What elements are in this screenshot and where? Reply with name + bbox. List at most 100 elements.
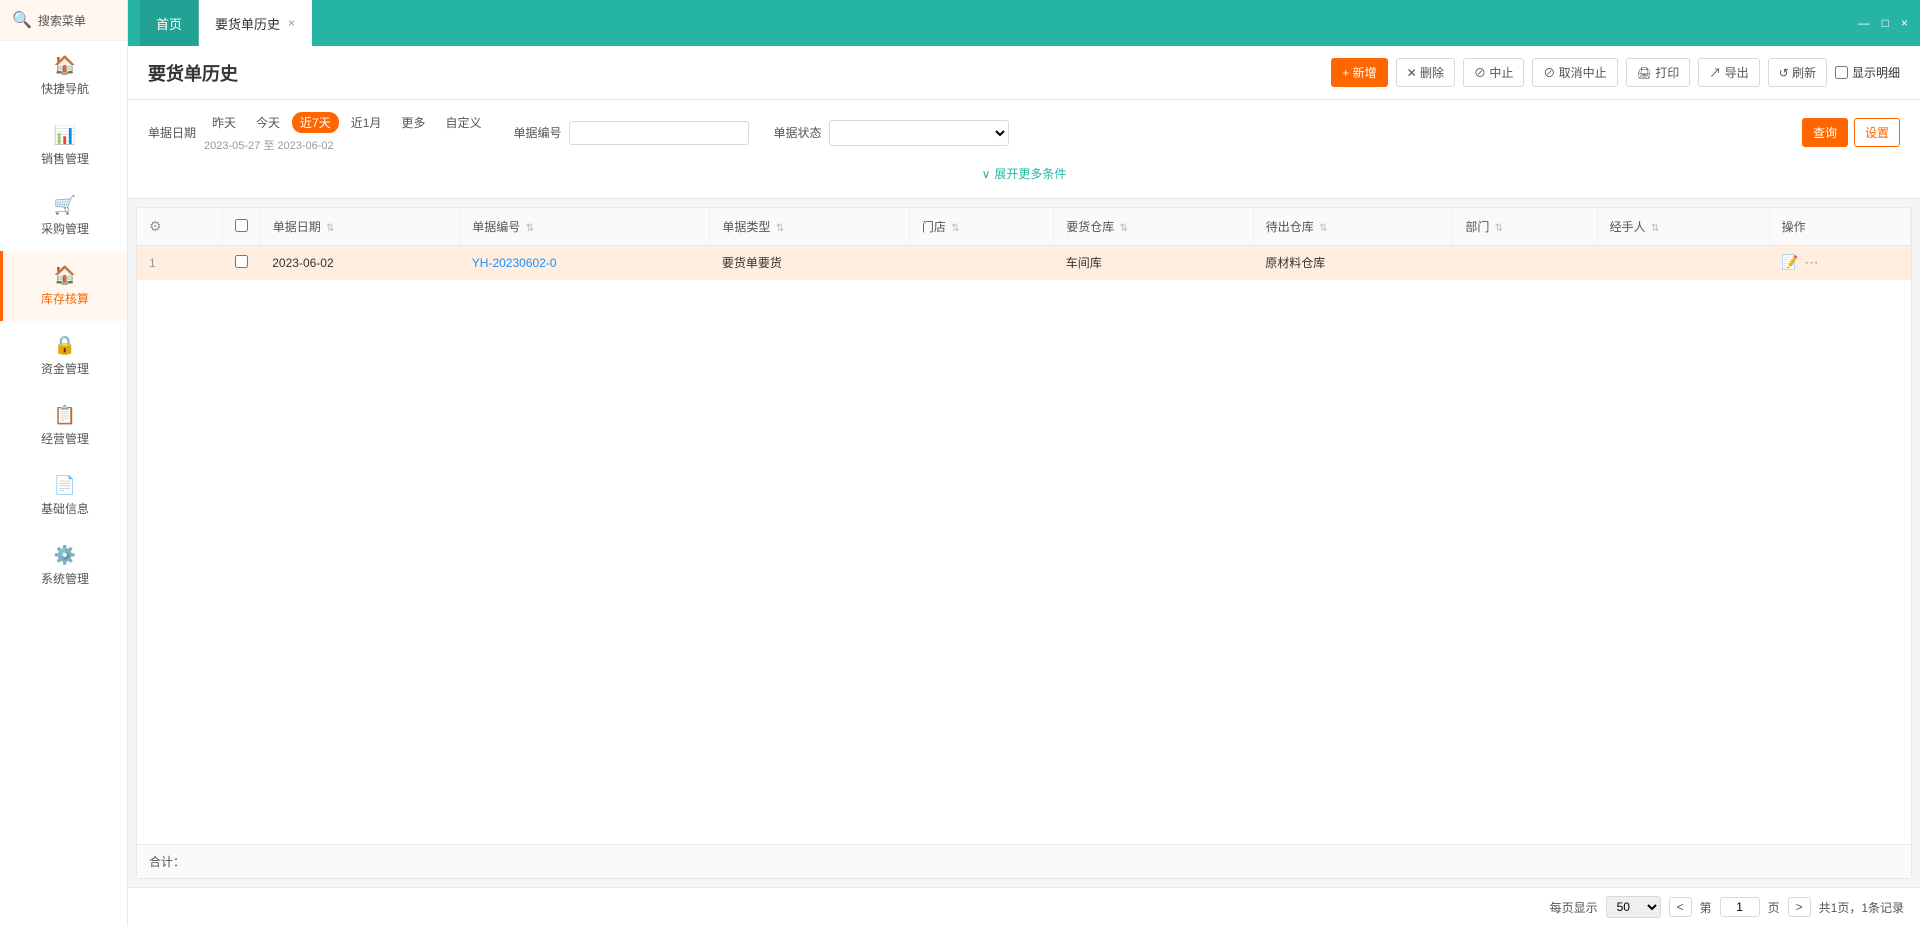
refresh-button[interactable]: ↺ 刷新	[1768, 58, 1827, 87]
data-table: ⚙ 单据日期 ⇅ 单据编号 ⇅	[137, 208, 1911, 280]
sidebar-item-label: 基础信息	[41, 500, 89, 517]
sidebar-item-finance[interactable]: 🔒 资金管理	[0, 321, 127, 391]
inventory-icon: 🏠	[54, 265, 76, 286]
toolbar: + 新增 ✕ 删除 ⊘ 中止 ⊘ 取消中止 🖨 打印 ↗ 导出 ↺ 刷新 显示明…	[1331, 58, 1900, 87]
export-button[interactable]: ↗ 导出	[1698, 58, 1759, 87]
sidebar-item-purchase[interactable]: 🛒 采购管理	[0, 181, 127, 251]
page-header: 要货单历史 + 新增 ✕ 删除 ⊘ 中止 ⊘ 取消中止 🖨 打印 ↗ 导出 ↺ …	[128, 46, 1920, 100]
date-btn-more[interactable]: 更多	[393, 112, 433, 133]
edit-icon[interactable]: 📝	[1781, 254, 1798, 271]
row-req-warehouse: 车间库	[1054, 246, 1254, 280]
gear-icon: ⚙️	[54, 545, 76, 566]
date-filter-group: 昨天 今天 近7天 近1月 更多 自定义 2023-05-27 至 2023-0…	[204, 112, 489, 153]
sidebar-item-basic-info[interactable]: 📄 基础信息	[0, 461, 127, 531]
col-settings[interactable]: ⚙	[137, 208, 222, 246]
topbar: 首页 要货单历史 × — □ ×	[128, 0, 1920, 46]
page-size-select[interactable]: 50 20 100 200	[1606, 896, 1661, 918]
sidebar-item-operation[interactable]: 📋 经营管理	[0, 391, 127, 461]
prev-page-btn[interactable]: <	[1669, 897, 1692, 917]
col-date[interactable]: 单据日期 ⇅	[260, 208, 460, 246]
table-area: ⚙ 单据日期 ⇅ 单据编号 ⇅	[136, 207, 1912, 879]
sort-handler-icon: ⇅	[1651, 223, 1659, 234]
col-store[interactable]: 门店 ⇅	[909, 208, 1053, 246]
page-size-label: 每页显示	[1550, 899, 1598, 916]
row-pending-warehouse: 原材料仓库	[1253, 246, 1453, 280]
sidebar-item-inventory[interactable]: 🏠 库存核算	[0, 251, 127, 321]
sidebar-item-label: 采购管理	[41, 220, 89, 237]
col-dept-label: 部门	[1465, 220, 1489, 234]
stop-button[interactable]: ⊘ 中止	[1463, 58, 1524, 87]
next-page-btn[interactable]: >	[1788, 897, 1811, 917]
cart-icon: 🛒	[54, 195, 76, 216]
status-select[interactable]	[829, 120, 1009, 146]
date-filter-buttons: 昨天 今天 近7天 近1月 更多 自定义	[204, 112, 489, 133]
display-detail-checkbox[interactable]	[1835, 66, 1848, 79]
row-doc-type: 要货单要货	[710, 246, 910, 280]
date-btn-today[interactable]: 今天	[248, 112, 288, 133]
date-btn-yesterday[interactable]: 昨天	[204, 112, 244, 133]
window-maximize-btn[interactable]: □	[1882, 16, 1889, 30]
tab-active[interactable]: 要货单历史 ×	[199, 0, 312, 46]
table-settings-icon[interactable]: ⚙	[149, 218, 162, 234]
col-checkbox	[222, 208, 260, 246]
sort-store-icon: ⇅	[951, 223, 959, 234]
settings-button[interactable]: 设置	[1854, 118, 1900, 147]
query-button[interactable]: 查询	[1802, 118, 1848, 147]
col-pending-warehouse[interactable]: 待出仓库 ⇅	[1253, 208, 1453, 246]
select-all-checkbox[interactable]	[235, 219, 248, 232]
col-doc-type[interactable]: 单据类型 ⇅	[710, 208, 910, 246]
col-handler[interactable]: 经手人 ⇅	[1597, 208, 1769, 246]
sidebar-search[interactable]: 🔍 搜索菜单	[0, 0, 127, 41]
row-doc-no[interactable]: YH-20230602-0	[460, 246, 710, 280]
sidebar-item-quick-nav[interactable]: 🏠 快捷导航	[0, 41, 127, 111]
page-number-input[interactable]	[1720, 897, 1760, 917]
date-filter-label: 单据日期	[148, 124, 196, 141]
clipboard-icon: 📋	[54, 405, 76, 426]
main-area: 首页 要货单历史 × — □ × 要货单历史 + 新增 ✕ 删除 ⊘ 中止 ⊘ …	[128, 0, 1920, 926]
doc-no-filter: 单据编号	[513, 121, 749, 145]
page-title: 要货单历史	[148, 60, 238, 86]
document-icon: 📄	[54, 475, 76, 496]
display-detail-label[interactable]: 显示明细	[1835, 64, 1900, 81]
chart-icon: 📊	[54, 125, 76, 146]
tab-close-icon[interactable]: ×	[288, 16, 295, 30]
row-checkbox[interactable]	[235, 255, 248, 268]
search-icon: 🔍	[12, 10, 32, 30]
table-footer: 合计：	[137, 844, 1911, 878]
row-handler	[1597, 246, 1769, 280]
table-row: 1 2023-06-02 YH-20230602-0 要货单要货 车间库 原材料…	[137, 246, 1911, 280]
window-close-btn[interactable]: ×	[1901, 16, 1908, 30]
window-minimize-btn[interactable]: —	[1858, 16, 1870, 30]
col-date-label: 单据日期	[273, 220, 321, 234]
expand-filter-button[interactable]: ∨ 展开更多条件	[974, 161, 1075, 186]
col-store-label: 门店	[922, 220, 946, 234]
sort-req-warehouse-icon: ⇅	[1120, 223, 1128, 234]
sort-date-icon: ⇅	[326, 223, 334, 234]
cancel-stop-button[interactable]: ⊘ 取消中止	[1532, 58, 1617, 87]
pagination: 每页显示 50 20 100 200 < 第 页 > 共1页，1条记录	[128, 887, 1920, 926]
date-range-text: 2023-05-27 至 2023-06-02	[204, 137, 489, 153]
tab-home[interactable]: 首页	[140, 0, 199, 46]
summary-label: 合计：	[149, 855, 185, 869]
col-doc-type-label: 单据类型	[722, 220, 770, 234]
table-body: 1 2023-06-02 YH-20230602-0 要货单要货 车间库 原材料…	[137, 246, 1911, 280]
sidebar-item-system[interactable]: ⚙️ 系统管理	[0, 531, 127, 601]
delete-button[interactable]: ✕ 删除	[1396, 58, 1455, 87]
table-wrapper: ⚙ 单据日期 ⇅ 单据编号 ⇅	[137, 208, 1911, 844]
sidebar-item-sales[interactable]: 📊 销售管理	[0, 111, 127, 181]
table-header-row: ⚙ 单据日期 ⇅ 单据编号 ⇅	[137, 208, 1911, 246]
col-dept[interactable]: 部门 ⇅	[1453, 208, 1597, 246]
col-action: 操作	[1769, 208, 1910, 246]
new-button[interactable]: + 新增	[1331, 58, 1387, 87]
col-doc-no[interactable]: 单据编号 ⇅	[460, 208, 710, 246]
sidebar-item-label: 库存核算	[41, 290, 89, 307]
date-btn-custom[interactable]: 自定义	[437, 112, 489, 133]
more-icon[interactable]: ⋯	[1805, 254, 1819, 271]
date-btn-1month[interactable]: 近1月	[343, 112, 390, 133]
doc-no-input[interactable]	[569, 121, 749, 145]
print-button[interactable]: 🖨 打印	[1626, 58, 1691, 87]
sidebar-search-label: 搜索菜单	[38, 12, 86, 29]
col-req-warehouse[interactable]: 要货仓库 ⇅	[1054, 208, 1254, 246]
date-btn-7days[interactable]: 近7天	[292, 112, 339, 133]
tab-home-label: 首页	[156, 14, 182, 33]
